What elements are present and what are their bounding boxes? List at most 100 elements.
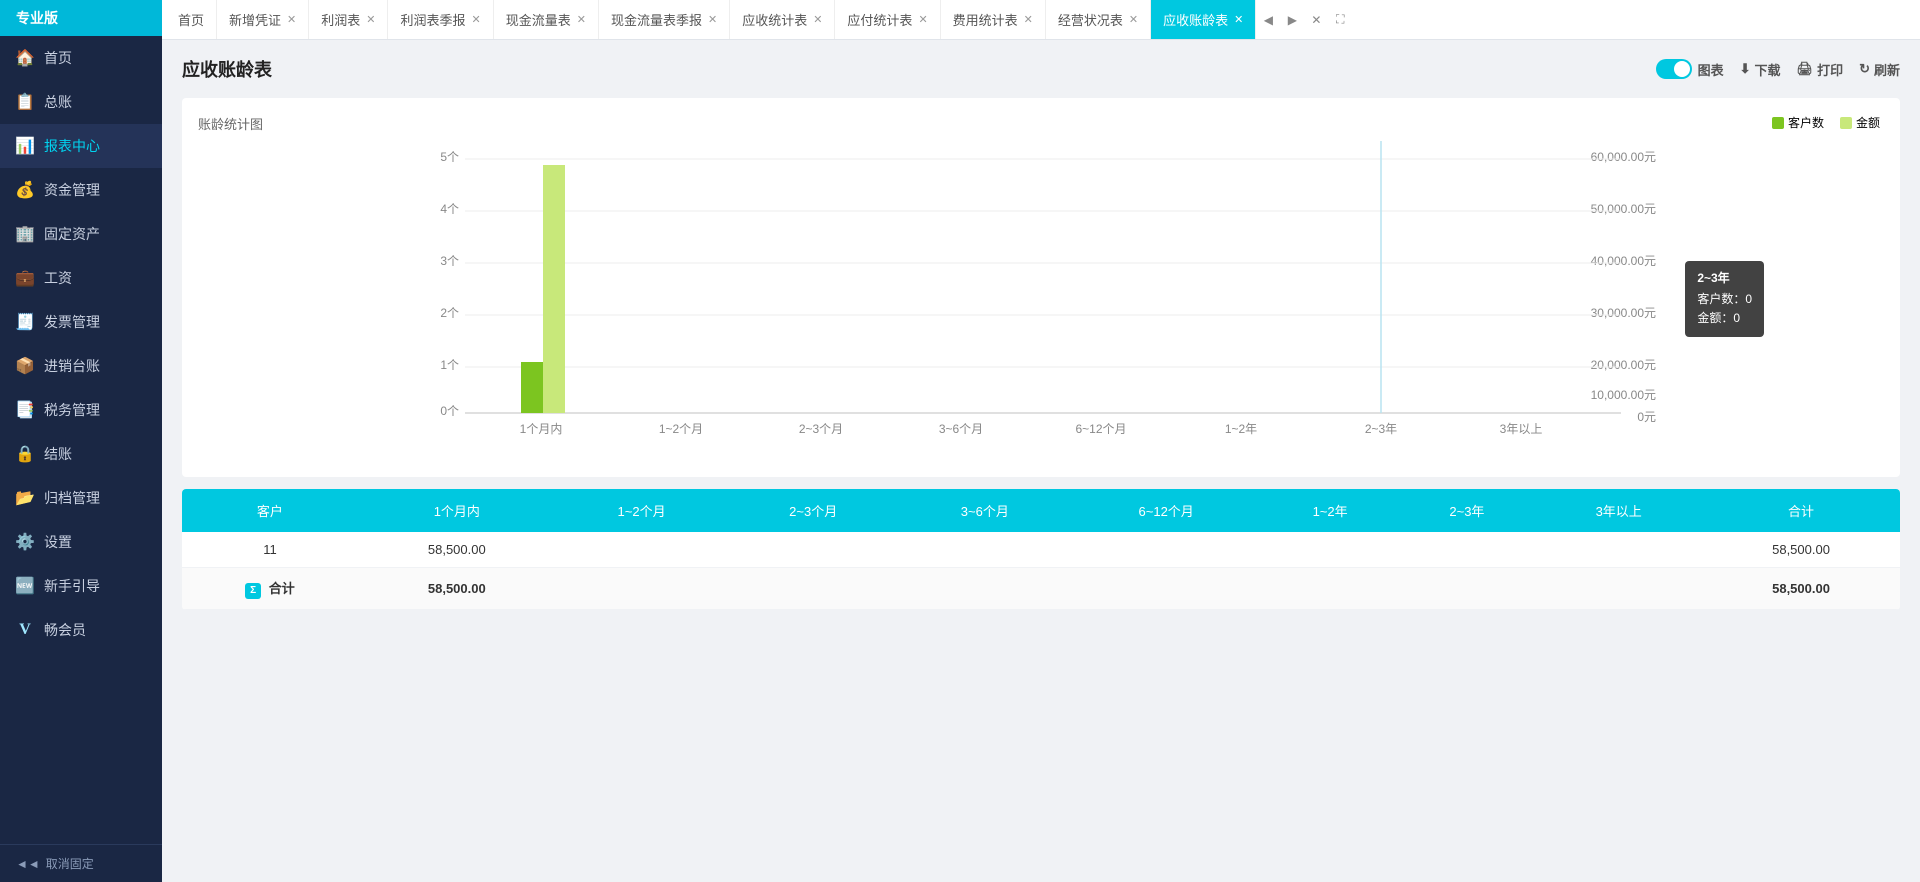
unpin-icon: ◄◄ xyxy=(16,857,40,871)
tab-close-cashflow[interactable]: ✕ xyxy=(577,13,586,26)
total-icon: Σ xyxy=(245,583,261,599)
td-y23 xyxy=(1399,532,1536,568)
home-icon: 🏠 xyxy=(16,49,34,67)
sidebar-item-asset[interactable]: 🏢 固定资产 xyxy=(0,212,162,256)
svg-text:3~6个月: 3~6个月 xyxy=(939,422,983,436)
sidebar-item-archive[interactable]: 📂 归档管理 xyxy=(0,476,162,520)
svg-text:30,000.00元: 30,000.00元 xyxy=(1591,306,1656,320)
asset-icon: 🏢 xyxy=(16,225,34,243)
th-m612: 6~12个月 xyxy=(1071,489,1262,532)
svg-text:2~3个月: 2~3个月 xyxy=(799,422,843,436)
td-customer: 11 xyxy=(182,532,358,568)
table-row: 11 58,500.00 58,500.00 xyxy=(182,532,1900,568)
svg-text:10,000.00元: 10,000.00元 xyxy=(1591,388,1656,402)
td-m612 xyxy=(1071,532,1262,568)
th-m23: 2~3个月 xyxy=(727,489,899,532)
fund-icon: 💰 xyxy=(16,181,34,199)
td-total-m612 xyxy=(1071,568,1262,610)
tab-close-receivable-age[interactable]: ✕ xyxy=(1234,13,1243,26)
tab-expense-stat[interactable]: 费用统计表 ✕ xyxy=(941,0,1046,40)
sidebar-item-tax[interactable]: 📑 税务管理 xyxy=(0,388,162,432)
tab-prev-button[interactable]: ◀ xyxy=(1256,0,1280,40)
tab-receivable-stat[interactable]: 应收统计表 ✕ xyxy=(730,0,835,40)
tab-close-receivable-stat[interactable]: ✕ xyxy=(813,13,822,26)
page-content: 应收账龄表 图表 ⬇ 下载 🖨 打印 ↻ 刷新 xyxy=(162,40,1920,882)
td-total-m36 xyxy=(899,568,1071,610)
sidebar-item-inventory[interactable]: 📦 进销台账 xyxy=(0,344,162,388)
table-header-row: 客户 1个月内 1~2个月 2~3个月 3~6个月 6~12个月 1~2年 2~… xyxy=(182,489,1900,532)
svg-text:4个: 4个 xyxy=(440,202,459,216)
guide-icon: 🆕 xyxy=(16,577,34,595)
sidebar-item-guide[interactable]: 🆕 新手引导 xyxy=(0,564,162,608)
svg-text:50,000.00元: 50,000.00元 xyxy=(1591,202,1656,216)
td-total-y12 xyxy=(1262,568,1399,610)
td-total-m1: 58,500.00 xyxy=(358,568,556,610)
tab-close-payable-stat[interactable]: ✕ xyxy=(918,13,927,26)
settings-icon: ⚙️ xyxy=(16,533,34,551)
tab-voucher[interactable]: 新增凭证 ✕ xyxy=(217,0,309,40)
svg-text:1~2个月: 1~2个月 xyxy=(659,422,703,436)
legend-dot-amount xyxy=(1840,117,1852,129)
sidebar-item-invoice[interactable]: 🧾 发票管理 xyxy=(0,300,162,344)
td-total: 58,500.00 xyxy=(1702,532,1900,568)
tab-receivable-age[interactable]: 应收账龄表 ✕ xyxy=(1151,0,1256,40)
th-m1: 1个月内 xyxy=(358,489,556,532)
th-m36: 3~6个月 xyxy=(899,489,1071,532)
sidebar-item-ledger[interactable]: 📋 总账 xyxy=(0,80,162,124)
tab-cashflow[interactable]: 现金流量表 ✕ xyxy=(494,0,599,40)
td-total-m23 xyxy=(727,568,899,610)
chart-svg: 5个 4个 3个 2个 1个 0个 60,000.00元 50,000.00元 … xyxy=(198,141,1884,441)
chart-toggle[interactable] xyxy=(1656,59,1692,79)
print-icon: 🖨 xyxy=(1797,61,1814,77)
ledger-icon: 📋 xyxy=(16,93,34,111)
tab-close-profit[interactable]: ✕ xyxy=(366,13,375,26)
tab-operation[interactable]: 经营状况表 ✕ xyxy=(1046,0,1151,40)
tab-home[interactable]: 首页 xyxy=(166,0,217,40)
svg-text:0元: 0元 xyxy=(1637,410,1656,424)
main-area: 首页 新增凭证 ✕ 利润表 ✕ 利润表季报 ✕ 现金流量表 ✕ 现金流量表季报 … xyxy=(162,0,1920,882)
bar-1m-customer xyxy=(521,362,543,413)
tab-profit-season[interactable]: 利润表季报 ✕ xyxy=(388,0,493,40)
sidebar-item-member[interactable]: V 畅会员 xyxy=(0,608,162,652)
chart-legend: 客户数 金额 xyxy=(1772,114,1880,131)
tab-expand-button[interactable]: ⛶ xyxy=(1328,0,1352,40)
archive-icon: 📂 xyxy=(16,489,34,507)
page-title-text: 应收账龄表 xyxy=(182,56,272,82)
td-m36 xyxy=(899,532,1071,568)
tab-close-voucher[interactable]: ✕ xyxy=(287,13,296,26)
th-customer: 客户 xyxy=(182,489,358,532)
unpin-button[interactable]: ◄◄ 取消固定 xyxy=(0,844,162,882)
svg-text:60,000.00元: 60,000.00元 xyxy=(1591,150,1656,164)
th-y23: 2~3年 xyxy=(1399,489,1536,532)
tab-profit[interactable]: 利润表 ✕ xyxy=(309,0,388,40)
td-total-label: Σ 合计 xyxy=(182,568,358,610)
refresh-button[interactable]: ↻ 刷新 xyxy=(1859,60,1900,79)
sidebar-item-salary[interactable]: 💼 工资 xyxy=(0,256,162,300)
table-total-row: Σ 合计 58,500.00 58,500.00 xyxy=(182,568,1900,610)
tab-close-operation[interactable]: ✕ xyxy=(1129,13,1138,26)
td-y3plus xyxy=(1535,532,1702,568)
tab-next-button[interactable]: ▶ xyxy=(1280,0,1304,40)
refresh-icon: ↻ xyxy=(1859,61,1870,77)
download-button[interactable]: ⬇ 下载 xyxy=(1740,60,1781,79)
tab-close-profit-season[interactable]: ✕ xyxy=(472,13,481,26)
sidebar-item-settings[interactable]: ⚙️ 设置 xyxy=(0,520,162,564)
bar-1m-amount xyxy=(543,165,565,413)
sidebar-item-home[interactable]: 🏠 首页 xyxy=(0,36,162,80)
page-actions: 图表 ⬇ 下载 🖨 打印 ↻ 刷新 xyxy=(1656,59,1900,79)
svg-text:1个月内: 1个月内 xyxy=(520,422,563,436)
tab-payable-stat[interactable]: 应付统计表 ✕ xyxy=(835,0,940,40)
th-m12: 1~2个月 xyxy=(556,489,728,532)
sidebar-item-report[interactable]: 📊 报表中心 xyxy=(0,124,162,168)
sidebar-item-fund[interactable]: 💰 资金管理 xyxy=(0,168,162,212)
tab-close-expense-stat[interactable]: ✕ xyxy=(1024,13,1033,26)
tab-cashflow-season[interactable]: 现金流量表季报 ✕ xyxy=(599,0,730,40)
sidebar-item-close[interactable]: 🔒 结账 xyxy=(0,432,162,476)
tab-bar: 首页 新增凭证 ✕ 利润表 ✕ 利润表季报 ✕ 现金流量表 ✕ 现金流量表季报 … xyxy=(162,0,1920,40)
tab-close-cashflow-season[interactable]: ✕ xyxy=(708,13,717,26)
legend-customer-count: 客户数 xyxy=(1772,114,1824,131)
td-m1: 58,500.00 xyxy=(358,532,556,568)
print-button[interactable]: 🖨 打印 xyxy=(1797,60,1844,79)
data-table: 客户 1个月内 1~2个月 2~3个月 3~6个月 6~12个月 1~2年 2~… xyxy=(182,489,1900,610)
tab-close-all-button[interactable]: ✕ xyxy=(1304,0,1328,40)
